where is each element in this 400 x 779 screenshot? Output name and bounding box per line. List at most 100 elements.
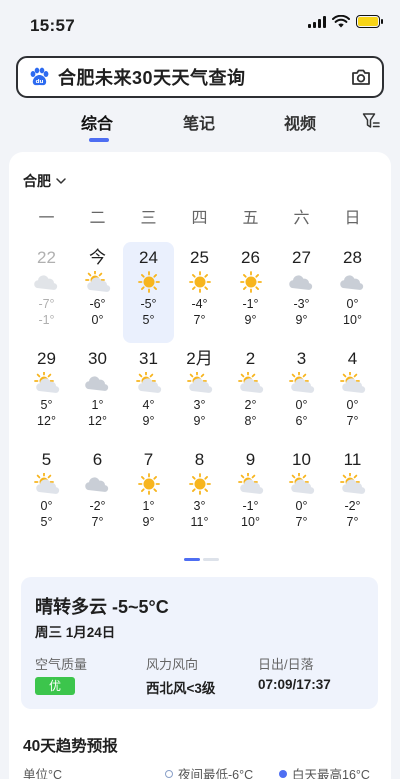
tab-comprehensive[interactable]: 综合: [81, 110, 113, 134]
search-box[interactable]: du 合肥未来30天天气查询: [16, 56, 384, 98]
calendar-day[interactable]: 10 0° 7°: [276, 444, 327, 545]
high-temp: 9°: [295, 313, 308, 327]
high-temp: 7°: [193, 313, 206, 327]
low-temp: -6°: [89, 297, 106, 311]
status-time: 15:57: [30, 16, 75, 35]
calendar-day[interactable]: 27 -3° 9°: [276, 242, 327, 343]
day-number: 7: [143, 450, 154, 469]
calendar-day[interactable]: 24 -5° 5°: [123, 242, 174, 343]
partly-sunny-icon: [237, 473, 263, 494]
partly-sunny-icon: [33, 372, 59, 393]
low-temp: 3°: [193, 499, 206, 513]
camera-icon[interactable]: [350, 66, 372, 88]
calendar-day[interactable]: 3 0° 6°: [276, 343, 327, 444]
wind-value: 西北风<3级: [146, 681, 216, 696]
calendar-day[interactable]: 7 1° 9°: [123, 444, 174, 545]
low-temp: 0°: [295, 499, 308, 513]
weather-card: 合肥 一 二 三 四 五 六 日 22 -7° -1° 今 -6° 0° 24 -5° 5° 25…: [9, 152, 391, 779]
day-number: 26: [241, 248, 260, 267]
low-temp: -3°: [293, 297, 310, 311]
day-number: 24: [139, 248, 158, 267]
day-number: 2月: [186, 349, 213, 368]
status-icons: [308, 15, 383, 28]
weekday-label: 二: [89, 210, 106, 227]
high-temp: 12°: [88, 414, 107, 428]
day-number: 4: [347, 349, 358, 368]
low-temp: -2°: [344, 499, 361, 513]
tab-notes[interactable]: 笔记: [183, 110, 215, 134]
partly-sunny-icon: [186, 372, 212, 393]
calendar-day[interactable]: 2 2° 8°: [225, 343, 276, 444]
high-temp: 9°: [142, 414, 155, 428]
weekday-label: 六: [293, 210, 310, 227]
calendar-day[interactable]: 4 0° 7°: [327, 343, 378, 444]
search-input[interactable]: 合肥未来30天天气查询: [58, 64, 350, 90]
calendar-day[interactable]: 9 -1° 10°: [225, 444, 276, 545]
calendar-day[interactable]: 11 -2° 7°: [327, 444, 378, 545]
tab-videos[interactable]: 视频: [284, 110, 316, 134]
calendar-day[interactable]: 29 5° 12°: [21, 343, 72, 444]
high-temp: 9°: [244, 313, 257, 327]
high-temp: 7°: [346, 515, 359, 529]
weekday-label: 四: [191, 210, 208, 227]
high-temp: 10°: [241, 515, 260, 529]
page-indicator: [184, 558, 219, 561]
day-number: 今: [89, 248, 106, 267]
legend-high-label: 白天最高16°C: [292, 768, 370, 779]
low-temp: -5°: [140, 297, 157, 311]
calendar-day[interactable]: 2月 3° 9°: [174, 343, 225, 444]
high-temp: -1°: [38, 313, 55, 327]
battery-icon: [356, 15, 383, 28]
cloudy-icon: [288, 275, 312, 290]
sun-label: 日出/日落: [258, 657, 314, 672]
day-number: 22: [37, 248, 56, 267]
day-number: 9: [245, 450, 256, 469]
low-temp: 0°: [40, 499, 53, 513]
calendar-day[interactable]: 30 1° 12°: [72, 343, 123, 444]
calendar-week-row: 22 -7° -1° 今 -6° 0° 24 -5° 5° 25 -4° 7° 26 -1° 9° 27 -3°…: [21, 242, 378, 343]
city-selector[interactable]: 合肥: [23, 171, 67, 191]
day-number: 2: [245, 349, 256, 368]
calendar-day[interactable]: 8 3° 11°: [174, 444, 225, 545]
high-temp: 7°: [346, 414, 359, 428]
calendar-day[interactable]: 25 -4° 7°: [174, 242, 225, 343]
filter-icon[interactable]: [362, 112, 380, 130]
partly-sunny-icon: [33, 473, 59, 494]
low-temp: 0°: [346, 297, 359, 311]
calendar-day[interactable]: 26 -1° 9°: [225, 242, 276, 343]
calendar-day[interactable]: 6 -2° 7°: [72, 444, 123, 545]
calendar-day[interactable]: 28 0° 10°: [327, 242, 378, 343]
low-temp: 0°: [295, 398, 308, 412]
partly-sunny-icon: [339, 372, 365, 393]
day-number: 28: [343, 248, 362, 267]
day-number: 5: [41, 450, 52, 469]
svg-text:du: du: [36, 79, 44, 85]
calendar-day[interactable]: 今 -6° 0°: [72, 242, 123, 343]
cloudy-icon: [33, 275, 57, 290]
low-temp: -1°: [242, 499, 259, 513]
wifi-icon: [332, 15, 350, 28]
calendar-day[interactable]: 22 -7° -1°: [21, 242, 72, 343]
cloudy-icon: [84, 477, 108, 492]
sunny-icon: [188, 473, 211, 495]
high-temp: 8°: [244, 414, 257, 428]
calendar-day[interactable]: 5 0° 5°: [21, 444, 72, 545]
cloudy-icon: [84, 376, 108, 391]
low-temp: -7°: [38, 297, 55, 311]
trend-title: 40天趋势预报: [23, 738, 118, 755]
low-temp: 0°: [346, 398, 359, 412]
legend-low-marker: [165, 769, 173, 778]
cellular-signal-icon: [308, 15, 326, 28]
result-tabs: 综合 笔记 视频: [0, 108, 400, 148]
low-temp: 2°: [244, 398, 257, 412]
legend-high: 白天最高16°C: [279, 764, 370, 779]
chevron-down-icon: [56, 178, 66, 184]
calendar-grid: 22 -7° -1° 今 -6° 0° 24 -5° 5° 25 -4° 7° 26 -1° 9° 27 -3°…: [21, 242, 378, 545]
sunny-icon: [239, 271, 262, 293]
low-temp: -1°: [242, 297, 259, 311]
calendar-day[interactable]: 31 4° 9°: [123, 343, 174, 444]
high-temp: 0°: [91, 313, 104, 327]
detail-date: 周三 1月24日: [35, 625, 116, 640]
low-temp: -4°: [191, 297, 208, 311]
day-number: 11: [343, 450, 362, 469]
